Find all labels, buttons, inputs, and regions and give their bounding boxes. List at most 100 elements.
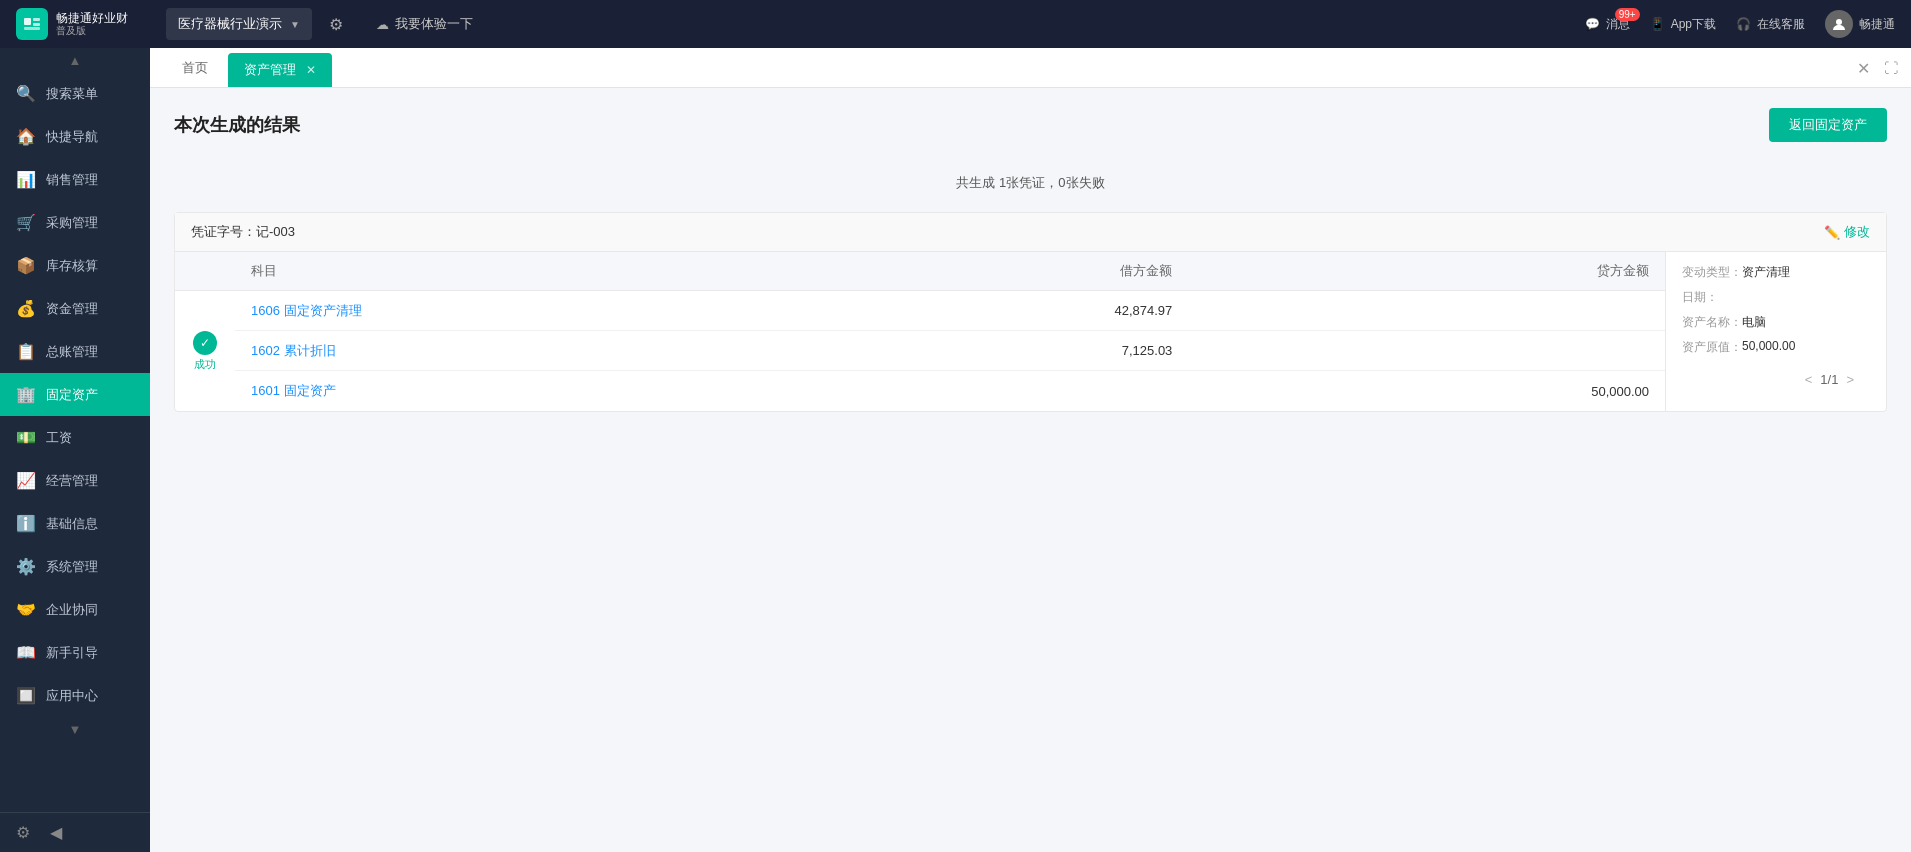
sidebar-scroll-up[interactable]: ▲ xyxy=(0,48,150,72)
side-info-panel: 变动类型： 资产清理 日期： 资产名称： 电脑 资产原值： xyxy=(1666,252,1886,411)
original-value-row: 资产原值： 50,000.00 xyxy=(1682,339,1870,356)
change-type-label: 变动类型： xyxy=(1682,264,1742,281)
settings-icon[interactable]: ⚙ xyxy=(320,8,352,40)
top-header: 畅捷通好业财 普及版 医疗器械行业演示 ▼ ⚙ ☁ 我要体验一下 💬 消息 99… xyxy=(0,0,1911,48)
row1-subject: 1606 固定资产清理 xyxy=(235,292,712,330)
close-panel-btn[interactable]: ✕ xyxy=(1851,56,1875,80)
voucher-rows-with-status: ✓ 成功 1606 固定资产清理 42,874 xyxy=(175,291,1665,411)
tab-bar: 首页 资产管理 ✕ xyxy=(150,48,1911,88)
message-icon: 💬 xyxy=(1585,17,1600,31)
ledger-icon: 📋 xyxy=(16,342,36,361)
table-header: 科目 借方金额 贷方金额 xyxy=(175,252,1665,291)
row3-credit: 50,000.00 xyxy=(1188,374,1665,409)
change-type-row: 变动类型： 资产清理 xyxy=(1682,264,1870,281)
info-icon: ℹ️ xyxy=(16,514,36,533)
success-label: 成功 xyxy=(194,357,216,372)
col-subject-header: 科目 xyxy=(175,252,712,290)
col-debit-header: 借方金额 xyxy=(712,252,1189,290)
col-credit-header: 贷方金额 xyxy=(1188,252,1665,290)
header-right: 💬 消息 99+ 📱 App下载 🎧 在线客服 畅捷通 xyxy=(1585,10,1895,38)
sidebar-item-business[interactable]: 📈 经营管理 xyxy=(0,459,150,502)
purchase-icon: 🛒 xyxy=(16,213,36,232)
original-value-label: 资产原值： xyxy=(1682,339,1742,356)
sidebar-item-inventory[interactable]: 📦 库存核算 xyxy=(0,244,150,287)
collapse-icon[interactable]: ◀ xyxy=(50,823,62,842)
cooperation-icon: 🤝 xyxy=(16,600,36,619)
logo-text: 畅捷通好业财 普及版 xyxy=(56,11,128,37)
sidebar-item-cooperation[interactable]: 🤝 企业协同 xyxy=(0,588,150,631)
sidebar-item-payroll[interactable]: 💵 工资 xyxy=(0,416,150,459)
table-row: 1606 固定资产清理 42,874.97 xyxy=(235,291,1665,331)
pagination: < 1/1 > xyxy=(1682,364,1870,395)
sidebar-item-system[interactable]: ⚙️ 系统管理 xyxy=(0,545,150,588)
voucher-table: 科目 借方金额 贷方金额 ✓ 成功 xyxy=(175,252,1666,411)
sidebar-item-fixed-assets[interactable]: 🏢 固定资产 xyxy=(0,373,150,416)
sales-icon: 📊 xyxy=(16,170,36,189)
business-icon: 📈 xyxy=(16,471,36,490)
svg-rect-1 xyxy=(33,18,40,21)
sidebar-item-ledger[interactable]: 📋 总账管理 xyxy=(0,330,150,373)
row2-debit: 7,125.03 xyxy=(712,333,1189,368)
avatar xyxy=(1825,10,1853,38)
page-title: 本次生成的结果 xyxy=(174,113,300,137)
asset-name-label: 资产名称： xyxy=(1682,314,1742,331)
content-area: 首页 资产管理 ✕ 本次生成的结果 返回固定资产 共生成 1张凭证，0张失败 凭… xyxy=(150,48,1911,852)
expand-panel-btn[interactable]: ⛶ xyxy=(1879,56,1903,80)
gear-icon[interactable]: ⚙ xyxy=(16,823,30,842)
sidebar-bottom: ⚙ ◀ xyxy=(0,812,150,852)
date-row: 日期： xyxy=(1682,289,1870,306)
company-selector[interactable]: 医疗器械行业演示 ▼ xyxy=(166,8,312,40)
tab-home[interactable]: 首页 xyxy=(166,51,224,87)
tab-close-icon[interactable]: ✕ xyxy=(306,63,316,77)
row3-subject: 1601 固定资产 xyxy=(235,372,712,410)
system-icon: ⚙️ xyxy=(16,557,36,576)
page-content: 本次生成的结果 返回固定资产 共生成 1张凭证，0张失败 凭证字号：记-003 … xyxy=(150,88,1911,852)
sidebar-item-guide[interactable]: 📖 新手引导 xyxy=(0,631,150,674)
table-row: 1601 固定资产 50,000.00 xyxy=(235,371,1665,411)
svg-rect-3 xyxy=(24,27,40,30)
logo-icon xyxy=(16,8,48,40)
sidebar-item-capital[interactable]: 💰 资金管理 xyxy=(0,287,150,330)
fixed-assets-icon: 🏢 xyxy=(16,385,36,404)
online-service-button[interactable]: 🎧 在线客服 xyxy=(1736,16,1805,33)
inventory-icon: 📦 xyxy=(16,256,36,275)
edit-button[interactable]: ✏️ 修改 xyxy=(1824,223,1870,241)
capital-icon: 💰 xyxy=(16,299,36,318)
date-label: 日期： xyxy=(1682,289,1742,306)
sidebar-item-quick-nav[interactable]: 🏠 快捷导航 xyxy=(0,115,150,158)
message-button[interactable]: 💬 消息 99+ xyxy=(1585,16,1630,33)
success-icon: ✓ xyxy=(193,331,217,355)
user-menu[interactable]: 畅捷通 xyxy=(1825,10,1895,38)
cloud-icon: ☁ xyxy=(376,17,389,32)
main-layout: ▲ 🔍 搜索菜单 🏠 快捷导航 📊 销售管理 🛒 采购管理 📦 库存核算 💰 资… xyxy=(0,48,1911,852)
edit-icon: ✏️ xyxy=(1824,225,1840,240)
sidebar-item-sales[interactable]: 📊 销售管理 xyxy=(0,158,150,201)
prev-page-btn[interactable]: < xyxy=(1805,372,1813,387)
tab-asset-mgmt[interactable]: 资产管理 ✕ xyxy=(228,53,332,87)
sidebar-item-basic-info[interactable]: ℹ️ 基础信息 xyxy=(0,502,150,545)
table-row: 1602 累计折旧 7,125.03 xyxy=(235,331,1665,371)
page-indicator: 1/1 xyxy=(1820,372,1838,387)
chevron-down-icon: ▼ xyxy=(290,19,300,30)
guide-icon: 📖 xyxy=(16,643,36,662)
app-download-button[interactable]: 📱 App下载 xyxy=(1650,16,1716,33)
next-page-btn[interactable]: > xyxy=(1846,372,1854,387)
svg-rect-0 xyxy=(24,18,31,25)
return-btn[interactable]: 返回固定资产 xyxy=(1769,108,1887,142)
voucher-card: 凭证字号：记-003 ✏️ 修改 科目 借方金额 贷方金额 xyxy=(174,212,1887,412)
asset-name-row: 资产名称： 电脑 xyxy=(1682,314,1870,331)
voucher-number: 凭证字号：记-003 xyxy=(191,223,295,241)
voucher-body: 科目 借方金额 贷方金额 ✓ 成功 xyxy=(175,252,1886,411)
row2-subject: 1602 累计折旧 xyxy=(235,332,712,370)
data-rows: 1606 固定资产清理 42,874.97 xyxy=(235,291,1665,411)
app-version: 普及版 xyxy=(56,25,128,37)
page-header: 本次生成的结果 返回固定资产 xyxy=(174,108,1887,142)
sidebar-item-purchase[interactable]: 🛒 采购管理 xyxy=(0,201,150,244)
sidebar: ▲ 🔍 搜索菜单 🏠 快捷导航 📊 销售管理 🛒 采购管理 📦 库存核算 💰 资… xyxy=(0,48,150,852)
sidebar-item-app-center[interactable]: 🔲 应用中心 xyxy=(0,674,150,717)
asset-name-value: 电脑 xyxy=(1742,314,1766,331)
result-info: 共生成 1张凭证，0张失败 xyxy=(174,162,1887,204)
trial-button[interactable]: ☁ 我要体验一下 xyxy=(364,8,485,40)
sidebar-scroll-down[interactable]: ▼ xyxy=(0,717,150,741)
sidebar-item-search[interactable]: 🔍 搜索菜单 xyxy=(0,72,150,115)
